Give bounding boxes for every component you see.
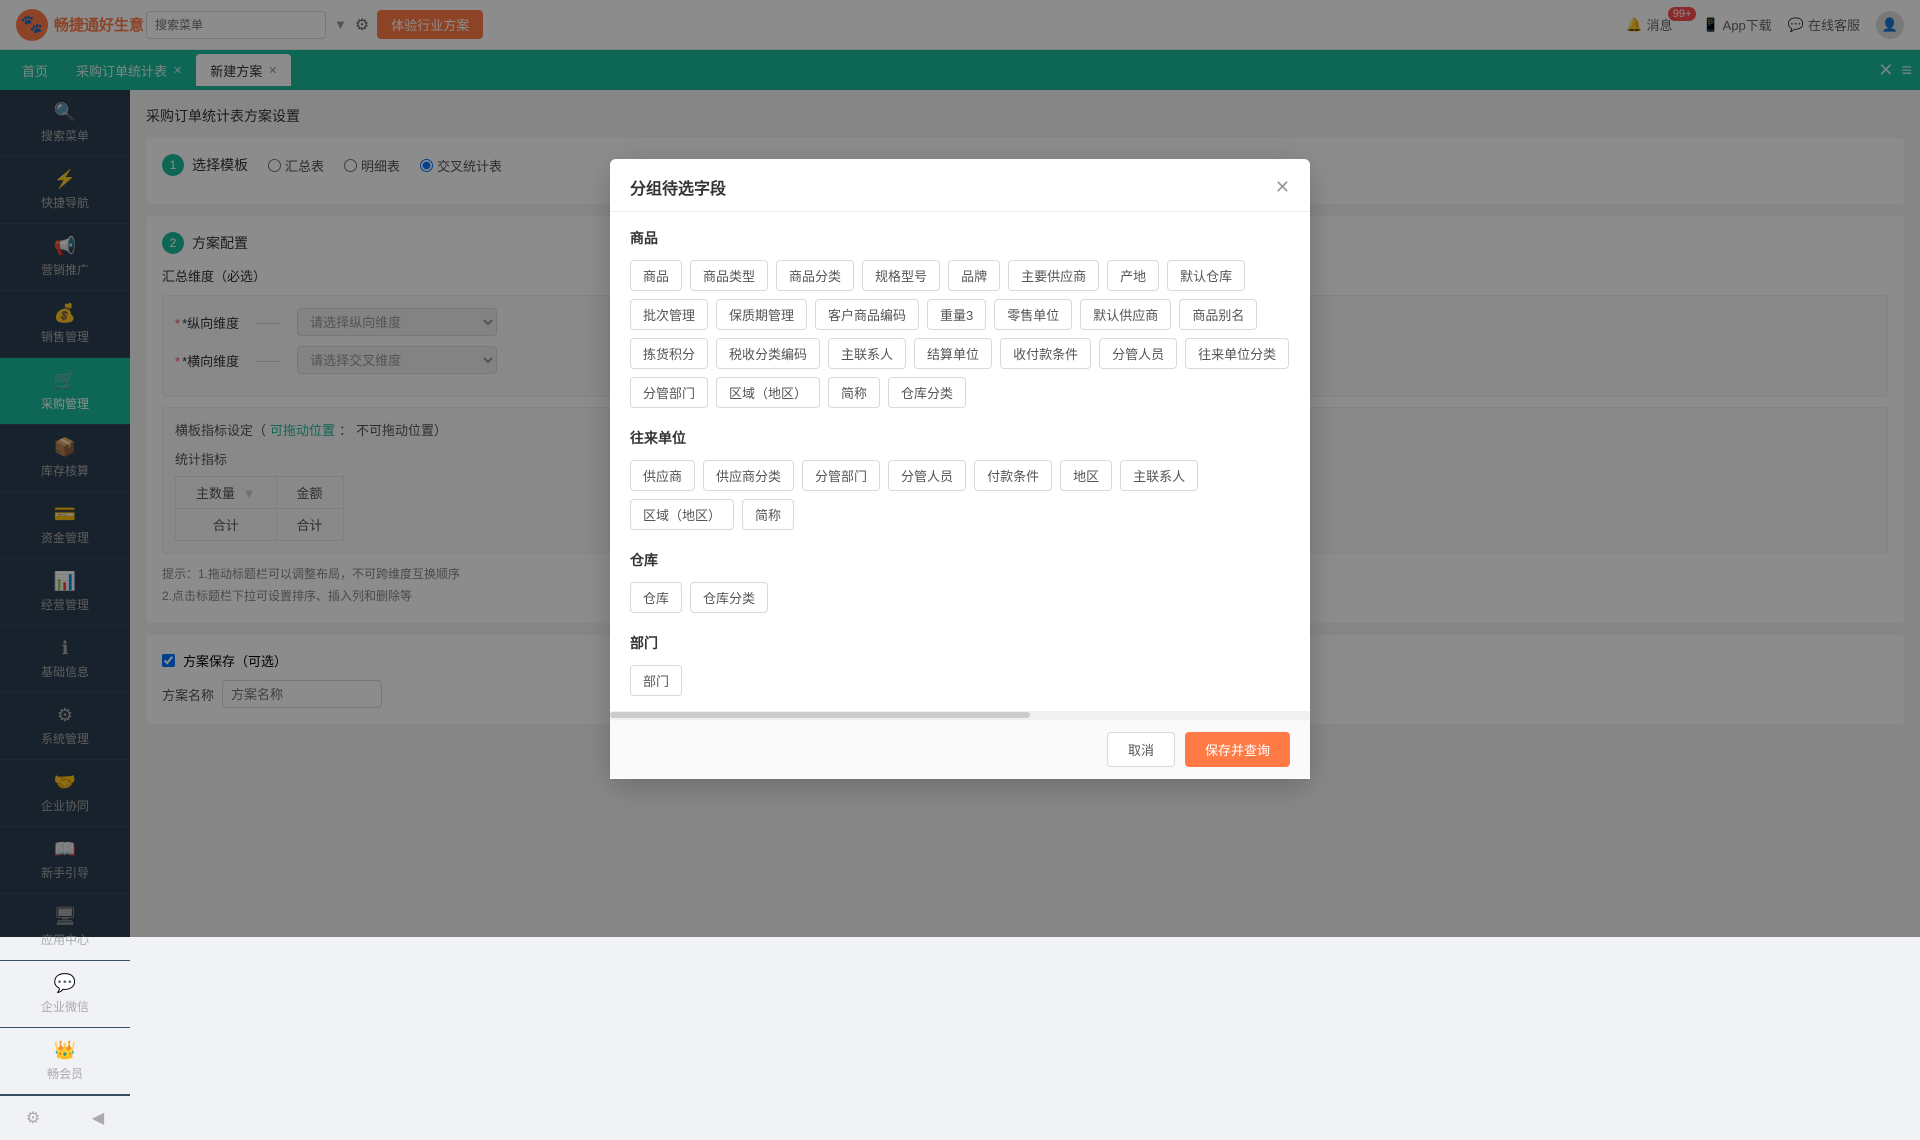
field-unit-category[interactable]: 往来单位分类 bbox=[1185, 338, 1289, 369]
wechat-icon: 💬 bbox=[54, 973, 76, 994]
field-warehouse[interactable]: 仓库 bbox=[630, 582, 682, 613]
field-region[interactable]: 地区 bbox=[1060, 460, 1112, 491]
modal-header: 分组待选字段 ✕ bbox=[610, 159, 1310, 212]
field-product[interactable]: 商品 bbox=[630, 260, 682, 291]
sidebar-bottom: ⚙ ◀ bbox=[0, 1095, 130, 1140]
confirm-button[interactable]: 保存并查询 bbox=[1185, 732, 1290, 767]
field-retail-unit[interactable]: 零售单位 bbox=[994, 299, 1072, 330]
field-default-supplier[interactable]: 默认供应商 bbox=[1080, 299, 1171, 330]
field-dept-mgmt[interactable]: 分管部门 bbox=[630, 377, 708, 408]
field-product-type[interactable]: 商品类型 bbox=[690, 260, 768, 291]
field-region-product[interactable]: 区域（地区） bbox=[716, 377, 820, 408]
modal-title: 分组待选字段 bbox=[630, 175, 726, 199]
field-pick-points[interactable]: 拣货积分 bbox=[630, 338, 708, 369]
field-select-modal: 分组待选字段 ✕ 商品 商品 商品类型 商品分类 规格型号 品牌 主要供应商 产… bbox=[610, 159, 1310, 779]
field-supplier[interactable]: 供应商 bbox=[630, 460, 695, 491]
field-customer-code[interactable]: 客户商品编码 bbox=[815, 299, 919, 330]
field-settlement-unit[interactable]: 结算单位 bbox=[914, 338, 992, 369]
field-short-name-2[interactable]: 简称 bbox=[742, 499, 794, 530]
modal-h-scrollbar-thumb bbox=[610, 712, 1030, 718]
field-tax-code[interactable]: 税收分类编码 bbox=[716, 338, 820, 369]
field-main-contact[interactable]: 主联系人 bbox=[828, 338, 906, 369]
sidebar-item-members[interactable]: 👑 畅会员 bbox=[0, 1028, 130, 1095]
sidebar-item-wechat[interactable]: 💬 企业微信 bbox=[0, 961, 130, 1028]
section-warehouse: 仓库 仓库 仓库分类 bbox=[630, 550, 1290, 613]
section-dept-title: 部门 bbox=[630, 633, 1290, 653]
field-origin[interactable]: 产地 bbox=[1107, 260, 1159, 291]
modal-footer: 取消 保存并查询 bbox=[610, 719, 1310, 779]
field-short-name[interactable]: 简称 bbox=[828, 377, 880, 408]
sidebar-settings-icon[interactable]: ⚙ bbox=[26, 1108, 40, 1128]
field-person-mgmt[interactable]: 分管人员 bbox=[888, 460, 966, 491]
section-product: 商品 商品 商品类型 商品分类 规格型号 品牌 主要供应商 产地 默认仓库 批次… bbox=[630, 228, 1290, 408]
modal-h-scrollbar[interactable] bbox=[610, 711, 1310, 719]
field-department[interactable]: 部门 bbox=[630, 665, 682, 696]
field-product-alias[interactable]: 商品别名 bbox=[1179, 299, 1257, 330]
field-weight[interactable]: 重量3 bbox=[927, 299, 986, 330]
field-product-category[interactable]: 商品分类 bbox=[776, 260, 854, 291]
section-dept: 部门 部门 bbox=[630, 633, 1290, 696]
section-warehouse-title: 仓库 bbox=[630, 550, 1290, 570]
section-warehouse-fields: 仓库 仓库分类 bbox=[630, 582, 1290, 613]
field-supplier-category[interactable]: 供应商分类 bbox=[703, 460, 794, 491]
field-payment-cond[interactable]: 付款条件 bbox=[974, 460, 1052, 491]
field-brand[interactable]: 品牌 bbox=[948, 260, 1000, 291]
field-warehouse-cat[interactable]: 仓库分类 bbox=[888, 377, 966, 408]
field-region-contacts[interactable]: 区域（地区） bbox=[630, 499, 734, 530]
section-contacts-title: 往来单位 bbox=[630, 428, 1290, 448]
section-product-title: 商品 bbox=[630, 228, 1290, 248]
modal-body[interactable]: 商品 商品 商品类型 商品分类 规格型号 品牌 主要供应商 产地 默认仓库 批次… bbox=[610, 212, 1310, 711]
field-default-warehouse[interactable]: 默认仓库 bbox=[1167, 260, 1245, 291]
section-product-fields: 商品 商品类型 商品分类 规格型号 品牌 主要供应商 产地 默认仓库 批次管理 … bbox=[630, 260, 1290, 408]
field-spec-model[interactable]: 规格型号 bbox=[862, 260, 940, 291]
field-main-contact-2[interactable]: 主联系人 bbox=[1120, 460, 1198, 491]
field-dept-mgmt-2[interactable]: 分管部门 bbox=[802, 460, 880, 491]
modal-overlay: 分组待选字段 ✕ 商品 商品 商品类型 商品分类 规格型号 品牌 主要供应商 产… bbox=[0, 0, 1920, 937]
field-payment-terms[interactable]: 收付款条件 bbox=[1000, 338, 1091, 369]
field-main-supplier[interactable]: 主要供应商 bbox=[1008, 260, 1099, 291]
section-contacts: 往来单位 供应商 供应商分类 分管部门 分管人员 付款条件 地区 主联系人 区域… bbox=[630, 428, 1290, 530]
section-dept-fields: 部门 bbox=[630, 665, 1290, 696]
field-batch-mgmt[interactable]: 批次管理 bbox=[630, 299, 708, 330]
cancel-button[interactable]: 取消 bbox=[1107, 732, 1175, 767]
section-contacts-fields: 供应商 供应商分类 分管部门 分管人员 付款条件 地区 主联系人 区域（地区） … bbox=[630, 460, 1290, 530]
modal-close-button[interactable]: ✕ bbox=[1275, 178, 1290, 196]
field-warehouse-category[interactable]: 仓库分类 bbox=[690, 582, 768, 613]
members-icon: 👑 bbox=[54, 1040, 76, 1061]
field-shelf-life[interactable]: 保质期管理 bbox=[716, 299, 807, 330]
sidebar-collapse-icon[interactable]: ◀ bbox=[92, 1108, 104, 1128]
field-responsible-person[interactable]: 分管人员 bbox=[1099, 338, 1177, 369]
